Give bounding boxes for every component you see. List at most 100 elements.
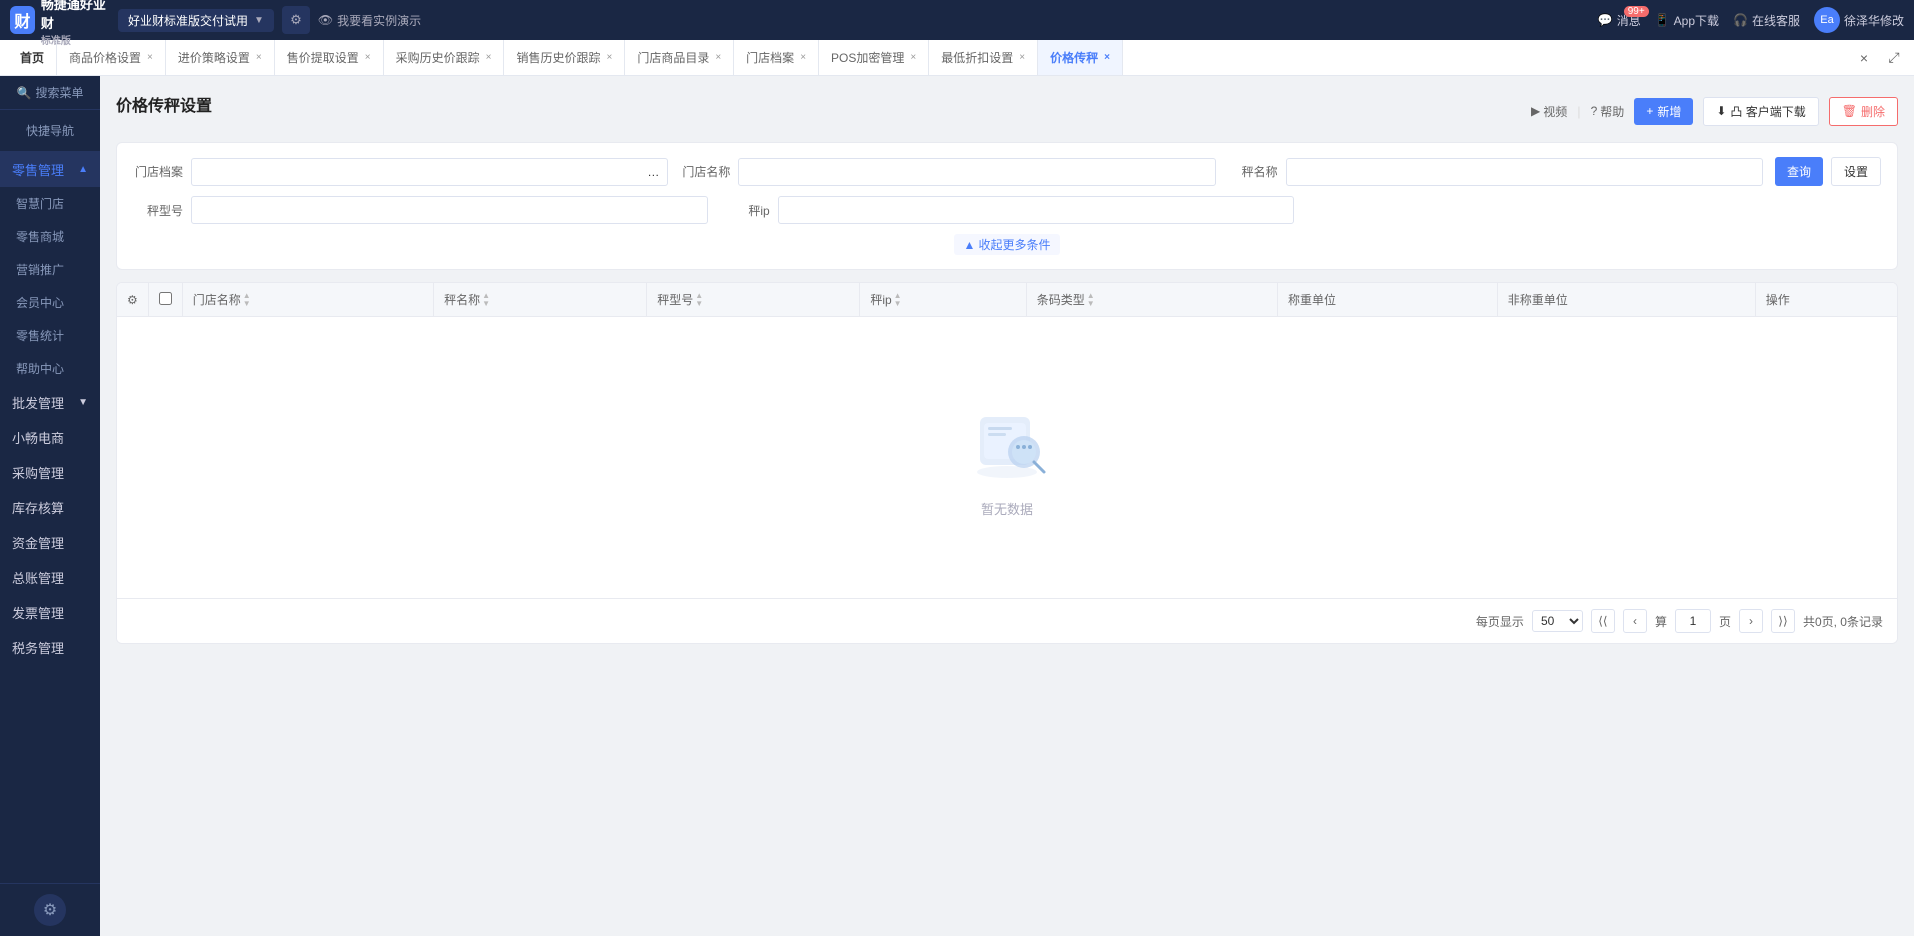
table-head: ⚙ 门店名称 ▲▼ 秤名称 — [117, 283, 1897, 317]
select-all-checkbox[interactable] — [159, 292, 172, 305]
sidebar-group-inventory-header[interactable]: 库存核算 — [0, 490, 100, 525]
sidebar-search[interactable]: 🔍 搜索菜单 — [0, 76, 100, 110]
sidebar-settings-button[interactable]: ⚙ — [34, 894, 66, 926]
sidebar-item-help[interactable]: 帮助中心 — [0, 352, 100, 385]
user-menu-button[interactable]: Ea 徐泽华修改 — [1814, 7, 1904, 33]
tab-purchase-strategy[interactable]: 进价策略设置 × — [166, 40, 275, 76]
tab-price-setting[interactable]: 商品价格设置 × — [57, 40, 166, 76]
sidebar-item-retail-mall[interactable]: 零售商城 — [0, 220, 100, 253]
add-button[interactable]: + 新增 — [1634, 98, 1693, 125]
page-number-input[interactable] — [1675, 609, 1711, 633]
tab-price-scale[interactable]: 价格传秤 × — [1038, 40, 1123, 76]
tab-purchase-history[interactable]: 采购历史价跟踪 × — [384, 40, 505, 76]
version-selector[interactable]: 好业财标准版交付试用 ▼ — [118, 9, 274, 32]
sidebar-group-invoice-header[interactable]: 发票管理 — [0, 595, 100, 630]
sidebar-group-retail-header[interactable]: 零售管理 ▲ — [0, 152, 100, 187]
question-icon: ? — [1591, 104, 1598, 118]
tab-store-archive-close[interactable]: × — [800, 52, 806, 63]
tab-sale-history[interactable]: 销售历史价跟踪 × — [504, 40, 625, 76]
per-page-label: 每页显示 — [1476, 613, 1524, 630]
sidebar-group-general-header[interactable]: 总账管理 — [0, 560, 100, 595]
tab-min-discount-label: 最低折扣设置 — [941, 49, 1013, 66]
tab-price-scale-close[interactable]: × — [1104, 52, 1110, 63]
chevron-down-icon: ▼ — [78, 397, 88, 408]
chevron-up-icon: ▲ — [78, 164, 88, 175]
th-barcode-type: 条码类型 ▲▼ — [1026, 283, 1277, 317]
sidebar-group-purchase-header[interactable]: 采购管理 — [0, 455, 100, 490]
tab-pos-manage[interactable]: POS加密管理 × — [819, 40, 929, 76]
query-button[interactable]: 查询 — [1775, 157, 1823, 186]
store-archive-input[interactable]: … — [191, 158, 668, 186]
tab-purchase-history-close[interactable]: × — [486, 52, 492, 63]
avatar: Ea — [1814, 7, 1840, 33]
main-content: 价格传秤设置 ▶ 视频 | ? 帮助 + 新增 ⬇ 凸 客户端下载 — [100, 76, 1914, 936]
tab-sale-price[interactable]: 售价提取设置 × — [275, 40, 384, 76]
play-icon: ▶ — [1531, 104, 1540, 118]
demo-button[interactable]: 👁 我要看实例演示 — [318, 12, 421, 29]
delete-button[interactable]: 🗑 删除 — [1829, 97, 1898, 126]
next-page-button[interactable]: › — [1739, 609, 1763, 633]
download-icon: 📱 — [1655, 13, 1670, 27]
prev-page-button[interactable]: ‹ — [1623, 609, 1647, 633]
help-link[interactable]: ? 帮助 — [1591, 103, 1625, 120]
scale-model-input[interactable] — [191, 196, 708, 224]
table-settings-icon[interactable]: ⚙ — [127, 293, 138, 307]
online-service-button[interactable]: 🎧 在线客服 — [1733, 12, 1800, 29]
store-name-input[interactable] — [738, 158, 1215, 186]
sidebar-search-label: 搜索菜单 — [35, 84, 83, 101]
chevron-down-icon: ▼ — [254, 15, 264, 26]
th-scale-name-sort[interactable]: 秤名称 ▲▼ — [444, 291, 636, 308]
scale-ip-label: 秤ip — [720, 202, 770, 219]
scale-name-input[interactable] — [1286, 158, 1763, 186]
data-table: ⚙ 门店名称 ▲▼ 秤名称 — [117, 283, 1897, 598]
user-name: 徐泽华修改 — [1844, 12, 1904, 29]
tab-store-catalog-label: 门店商品目录 — [637, 49, 709, 66]
page-title: 价格传秤设置 — [116, 92, 212, 116]
sidebar-group-xiaochang-header[interactable]: 小畅电商 — [0, 420, 100, 455]
video-link[interactable]: ▶ 视频 — [1531, 103, 1567, 120]
tab-store-catalog-close[interactable]: × — [715, 52, 721, 63]
tab-price-setting-close[interactable]: × — [147, 52, 153, 63]
sidebar-item-marketing[interactable]: 营销推广 — [0, 253, 100, 286]
collapse-filter-button[interactable]: ▲ 收起更多条件 — [954, 234, 1061, 255]
tab-min-discount-close[interactable]: × — [1019, 52, 1025, 63]
first-page-button[interactable]: ⟨⟨ — [1591, 609, 1615, 633]
close-tab-button[interactable]: × — [1852, 46, 1876, 70]
tab-store-archive[interactable]: 门店档案 × — [734, 40, 819, 76]
tab-pos-manage-close[interactable]: × — [910, 52, 916, 63]
sidebar-group-finance-header[interactable]: 资金管理 — [0, 525, 100, 560]
tab-home[interactable]: 首页 — [8, 40, 57, 76]
sidebar-item-member[interactable]: 会员中心 — [0, 286, 100, 319]
sidebar-group-wholesale-header[interactable]: 批发管理 ▼ — [0, 385, 100, 420]
tab-sale-price-close[interactable]: × — [365, 52, 371, 63]
filter-store-name: 门店名称 — [680, 158, 1215, 186]
th-barcode-type-sort[interactable]: 条码类型 ▲▼ — [1037, 291, 1267, 308]
topbar-settings-button[interactable]: ⚙ — [282, 6, 310, 34]
app-name: 畅捷通好业财 — [41, 0, 110, 32]
scale-ip-input[interactable] — [778, 196, 1295, 224]
empty-text: 暂无数据 — [981, 499, 1033, 518]
sort-icons: ▲▼ — [243, 292, 251, 308]
sidebar-item-quick-nav[interactable]: 快捷导航 — [6, 116, 94, 145]
th-scale-ip-sort[interactable]: 秤ip ▲▼ — [870, 291, 1015, 308]
last-page-button[interactable]: ⟩⟩ — [1771, 609, 1795, 633]
search-icon: 🔍 — [17, 86, 32, 100]
store-archive-label: 门店档案 — [133, 163, 183, 180]
maximize-tab-button[interactable]: ⤢ — [1882, 46, 1906, 70]
tab-min-discount[interactable]: 最低折扣设置 × — [929, 40, 1038, 76]
set-button[interactable]: 设置 — [1831, 157, 1881, 186]
message-button[interactable]: 💬 消息 99+ — [1598, 12, 1641, 29]
th-store-name-sort[interactable]: 门店名称 ▲▼ — [193, 291, 423, 308]
tab-sale-history-close[interactable]: × — [606, 52, 612, 63]
download-button[interactable]: ⬇ 凸 客户端下载 — [1703, 97, 1818, 126]
app-download-label: App下载 — [1674, 12, 1719, 29]
per-page-select[interactable]: 50 100 200 — [1532, 610, 1583, 632]
tab-purchase-strategy-close[interactable]: × — [256, 52, 262, 63]
sidebar-group-tax-header[interactable]: 税务管理 — [0, 630, 100, 665]
tab-store-catalog[interactable]: 门店商品目录 × — [625, 40, 734, 76]
app-download-button[interactable]: 📱 App下载 — [1655, 12, 1719, 29]
sidebar-item-smart-store[interactable]: 智慧门店 — [0, 187, 100, 220]
th-scale-model-sort[interactable]: 秤型号 ▲▼ — [657, 291, 849, 308]
sidebar-item-retail-stats[interactable]: 零售统计 — [0, 319, 100, 352]
sidebar-group-purchase: 采购管理 — [0, 455, 100, 490]
